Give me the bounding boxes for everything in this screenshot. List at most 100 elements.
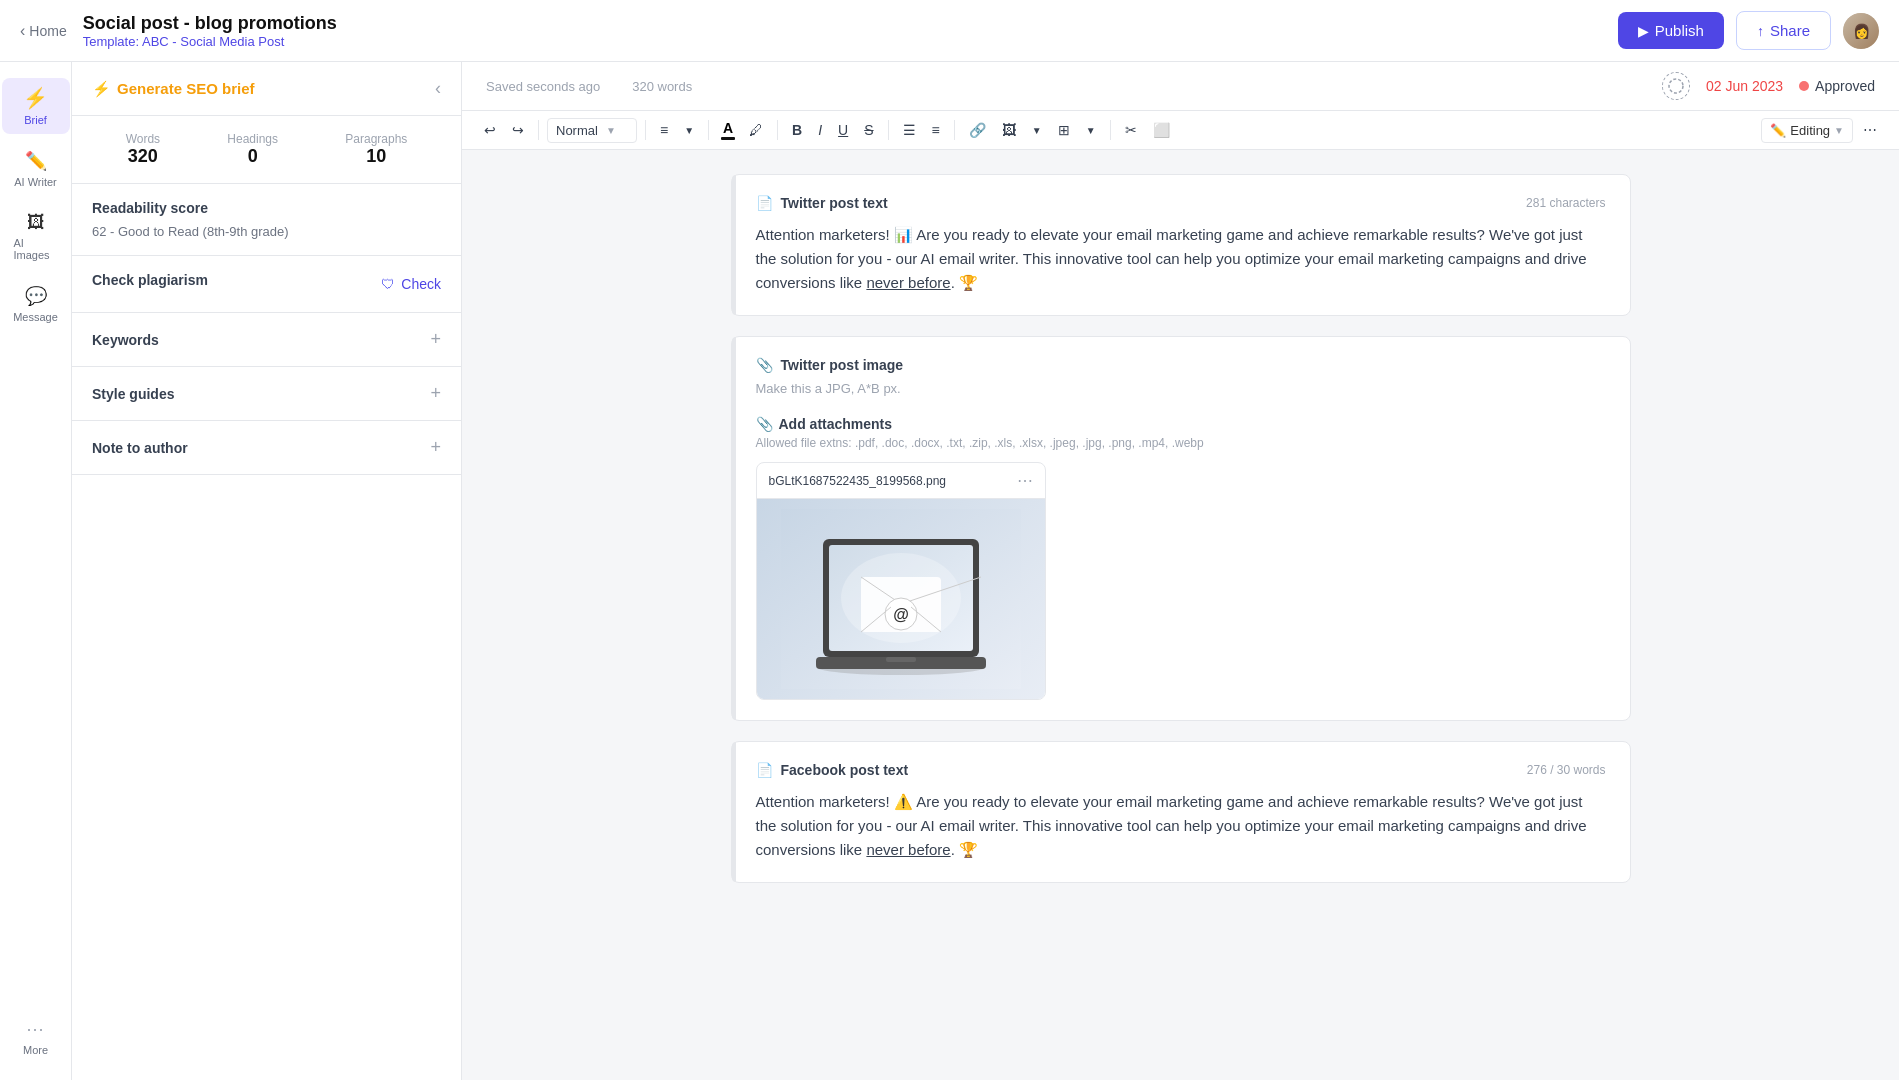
bold-button[interactable]: B <box>786 117 808 143</box>
doc-date: 02 Jun 2023 <box>1706 78 1783 94</box>
facebook-text-block: 📄 Facebook post text 276 / 30 words Atte… <box>731 741 1631 883</box>
doc-template: Template: ABC - Social Media Post <box>83 34 337 49</box>
bullet-list-button[interactable]: ☰ <box>897 117 922 143</box>
italic-button[interactable]: I <box>812 117 828 143</box>
share-button[interactable]: ↑ Share <box>1736 11 1831 50</box>
readability-score: 62 - Good to Read (8th-9th grade) <box>92 224 441 239</box>
fb-doc-icon: 📄 <box>756 762 773 778</box>
lightning-icon: ⚡ <box>92 80 111 98</box>
style-guides-expand-icon: + <box>430 383 441 404</box>
text-color-button[interactable]: A <box>717 117 739 143</box>
image-chevron-button[interactable]: ▼ <box>1026 120 1048 141</box>
publish-button[interactable]: ▶ Publish <box>1618 12 1724 49</box>
style-chevron-icon: ▼ <box>606 125 616 136</box>
saved-text: Saved seconds ago <box>486 79 600 94</box>
fb-block-header: 📄 Facebook post text 276 / 30 words <box>756 762 1606 778</box>
check-plagiarism-button[interactable]: 🛡 Check <box>381 276 441 292</box>
attachment-title: 📎 Add attachments <box>756 416 1606 432</box>
attachment-section: 📎 Add attachments Allowed file extns: .p… <box>732 416 1630 720</box>
toolbar-sep-7 <box>1110 120 1111 140</box>
laptop-svg: @ <box>781 509 1021 689</box>
keywords-title: Keywords <box>92 332 159 348</box>
undo-button[interactable]: ↩ <box>478 117 502 143</box>
align-chevron-button[interactable]: ▼ <box>678 120 700 141</box>
stat-headings-value: 0 <box>227 146 278 167</box>
sidebar-item-ai-writer[interactable]: ✏️ AI Writer <box>2 142 70 196</box>
stat-words-label: Words <box>126 132 160 146</box>
sidebar-icons: ⚡ Brief ✏️ AI Writer 🖼 AI Images 💬 Messa… <box>0 62 72 1080</box>
file-menu-button[interactable]: ⋯ <box>1017 471 1033 490</box>
left-panel: ⚡ Generate SEO brief ‹ Words 320 Heading… <box>72 62 462 1080</box>
paperclip-icon: 📎 <box>756 357 773 373</box>
word-count: 320 words <box>632 79 692 94</box>
sidebar-item-brief[interactable]: ⚡ Brief <box>2 78 70 134</box>
block-left-bar-image <box>732 337 736 720</box>
ai-writer-icon: ✏️ <box>25 150 47 172</box>
align-button[interactable]: ≡ <box>654 117 674 143</box>
sidebar-item-ai-images[interactable]: 🖼 AI Images <box>2 204 70 269</box>
sidebar-item-more[interactable]: ··· More <box>2 1011 70 1064</box>
toolbar-sep-3 <box>708 120 709 140</box>
svg-rect-12 <box>886 657 916 662</box>
style-selector[interactable]: Normal ▼ <box>547 118 637 143</box>
code-button[interactable]: ⬜ <box>1147 117 1176 143</box>
file-card-header: bGLtK1687522435_8199568.png ⋯ <box>757 463 1045 499</box>
toolbar-sep-5 <box>888 120 889 140</box>
fb-block-char-count: 276 / 30 words <box>1527 763 1606 777</box>
back-label: Home <box>29 23 66 39</box>
highlight-button[interactable]: 🖊 <box>743 117 769 143</box>
collapse-panel-button[interactable]: ‹ <box>435 78 441 99</box>
stat-headings: Headings 0 <box>227 132 278 167</box>
editor-area: Saved seconds ago 320 words 02 Jun 2023 … <box>462 62 1899 1080</box>
doc-meta-bar: Saved seconds ago 320 words 02 Jun 2023 … <box>462 62 1899 111</box>
sidebar-item-message[interactable]: 💬 Message <box>2 277 70 331</box>
keywords-section[interactable]: Keywords + <box>72 313 461 367</box>
stats-row: Words 320 Headings 0 Paragraphs 10 <box>72 116 461 184</box>
image-button[interactable]: 🖼 <box>996 117 1022 143</box>
publish-icon: ▶ <box>1638 23 1649 39</box>
note-to-author-section[interactable]: Note to author + <box>72 421 461 475</box>
user-avatar[interactable]: 👩 <box>1843 13 1879 49</box>
twitter-text-block: 📄 Twitter post text 281 characters Atten… <box>731 174 1631 316</box>
block-title-label: Twitter post text <box>781 195 888 211</box>
overflow-button[interactable]: ⋯ <box>1857 117 1883 143</box>
redo-button[interactable]: ↪ <box>506 117 530 143</box>
check-plagiarism-section: Check plagiarism 🛡 Check <box>72 256 461 313</box>
fb-block-title: 📄 Facebook post text <box>756 762 909 778</box>
block-title: 📄 Twitter post text <box>756 195 888 211</box>
template-link[interactable]: ABC - Social Media Post <box>142 34 284 49</box>
editing-mode-selector[interactable]: ✏️ Editing ▼ <box>1761 118 1853 143</box>
block-left-bar <box>732 175 736 315</box>
table-button[interactable]: ⊞ <box>1052 117 1076 143</box>
back-link[interactable]: ‹ Home <box>20 22 67 40</box>
underline-button[interactable]: U <box>832 117 854 143</box>
status-badge: Approved <box>1799 78 1875 94</box>
check-plagiarism-title: Check plagiarism <box>92 272 208 288</box>
svg-text:@: @ <box>893 606 909 623</box>
message-icon: 💬 <box>25 285 47 307</box>
strikethrough-button[interactable]: S <box>858 117 879 143</box>
image-block-title: 📎 Twitter post image <box>756 357 904 373</box>
table-chevron-button[interactable]: ▼ <box>1080 120 1102 141</box>
top-nav: ‹ Home Social post - blog promotions Tem… <box>0 0 1899 62</box>
style-guides-section[interactable]: Style guides + <box>72 367 461 421</box>
fb-block-content[interactable]: Attention marketers! ⚠️ Are you ready to… <box>756 790 1606 862</box>
status-label: Approved <box>1815 78 1875 94</box>
doc-info: Social post - blog promotions Template: … <box>83 13 337 49</box>
keywords-expand-icon: + <box>430 329 441 350</box>
style-label: Normal <box>556 123 598 138</box>
main-layout: ⚡ Brief ✏️ AI Writer 🖼 AI Images 💬 Messa… <box>0 62 1899 1080</box>
editing-pencil-icon: ✏️ <box>1770 123 1786 138</box>
toolbar-sep-6 <box>954 120 955 140</box>
share-icon: ↑ <box>1757 23 1764 39</box>
readability-section: Readability score 62 - Good to Read (8th… <box>72 184 461 256</box>
status-dot <box>1799 81 1809 91</box>
block-content[interactable]: Attention marketers! 📊 Are you ready to … <box>756 223 1606 295</box>
generate-seo-button[interactable]: ⚡ Generate SEO brief <box>92 80 255 98</box>
more-options-button[interactable]: ✂ <box>1119 117 1143 143</box>
link-button[interactable]: 🔗 <box>963 117 992 143</box>
numbered-list-button[interactable]: ≡ <box>926 117 946 143</box>
doc-avatar <box>1662 72 1690 100</box>
stat-words-value: 320 <box>126 146 160 167</box>
stat-paragraphs-value: 10 <box>345 146 407 167</box>
